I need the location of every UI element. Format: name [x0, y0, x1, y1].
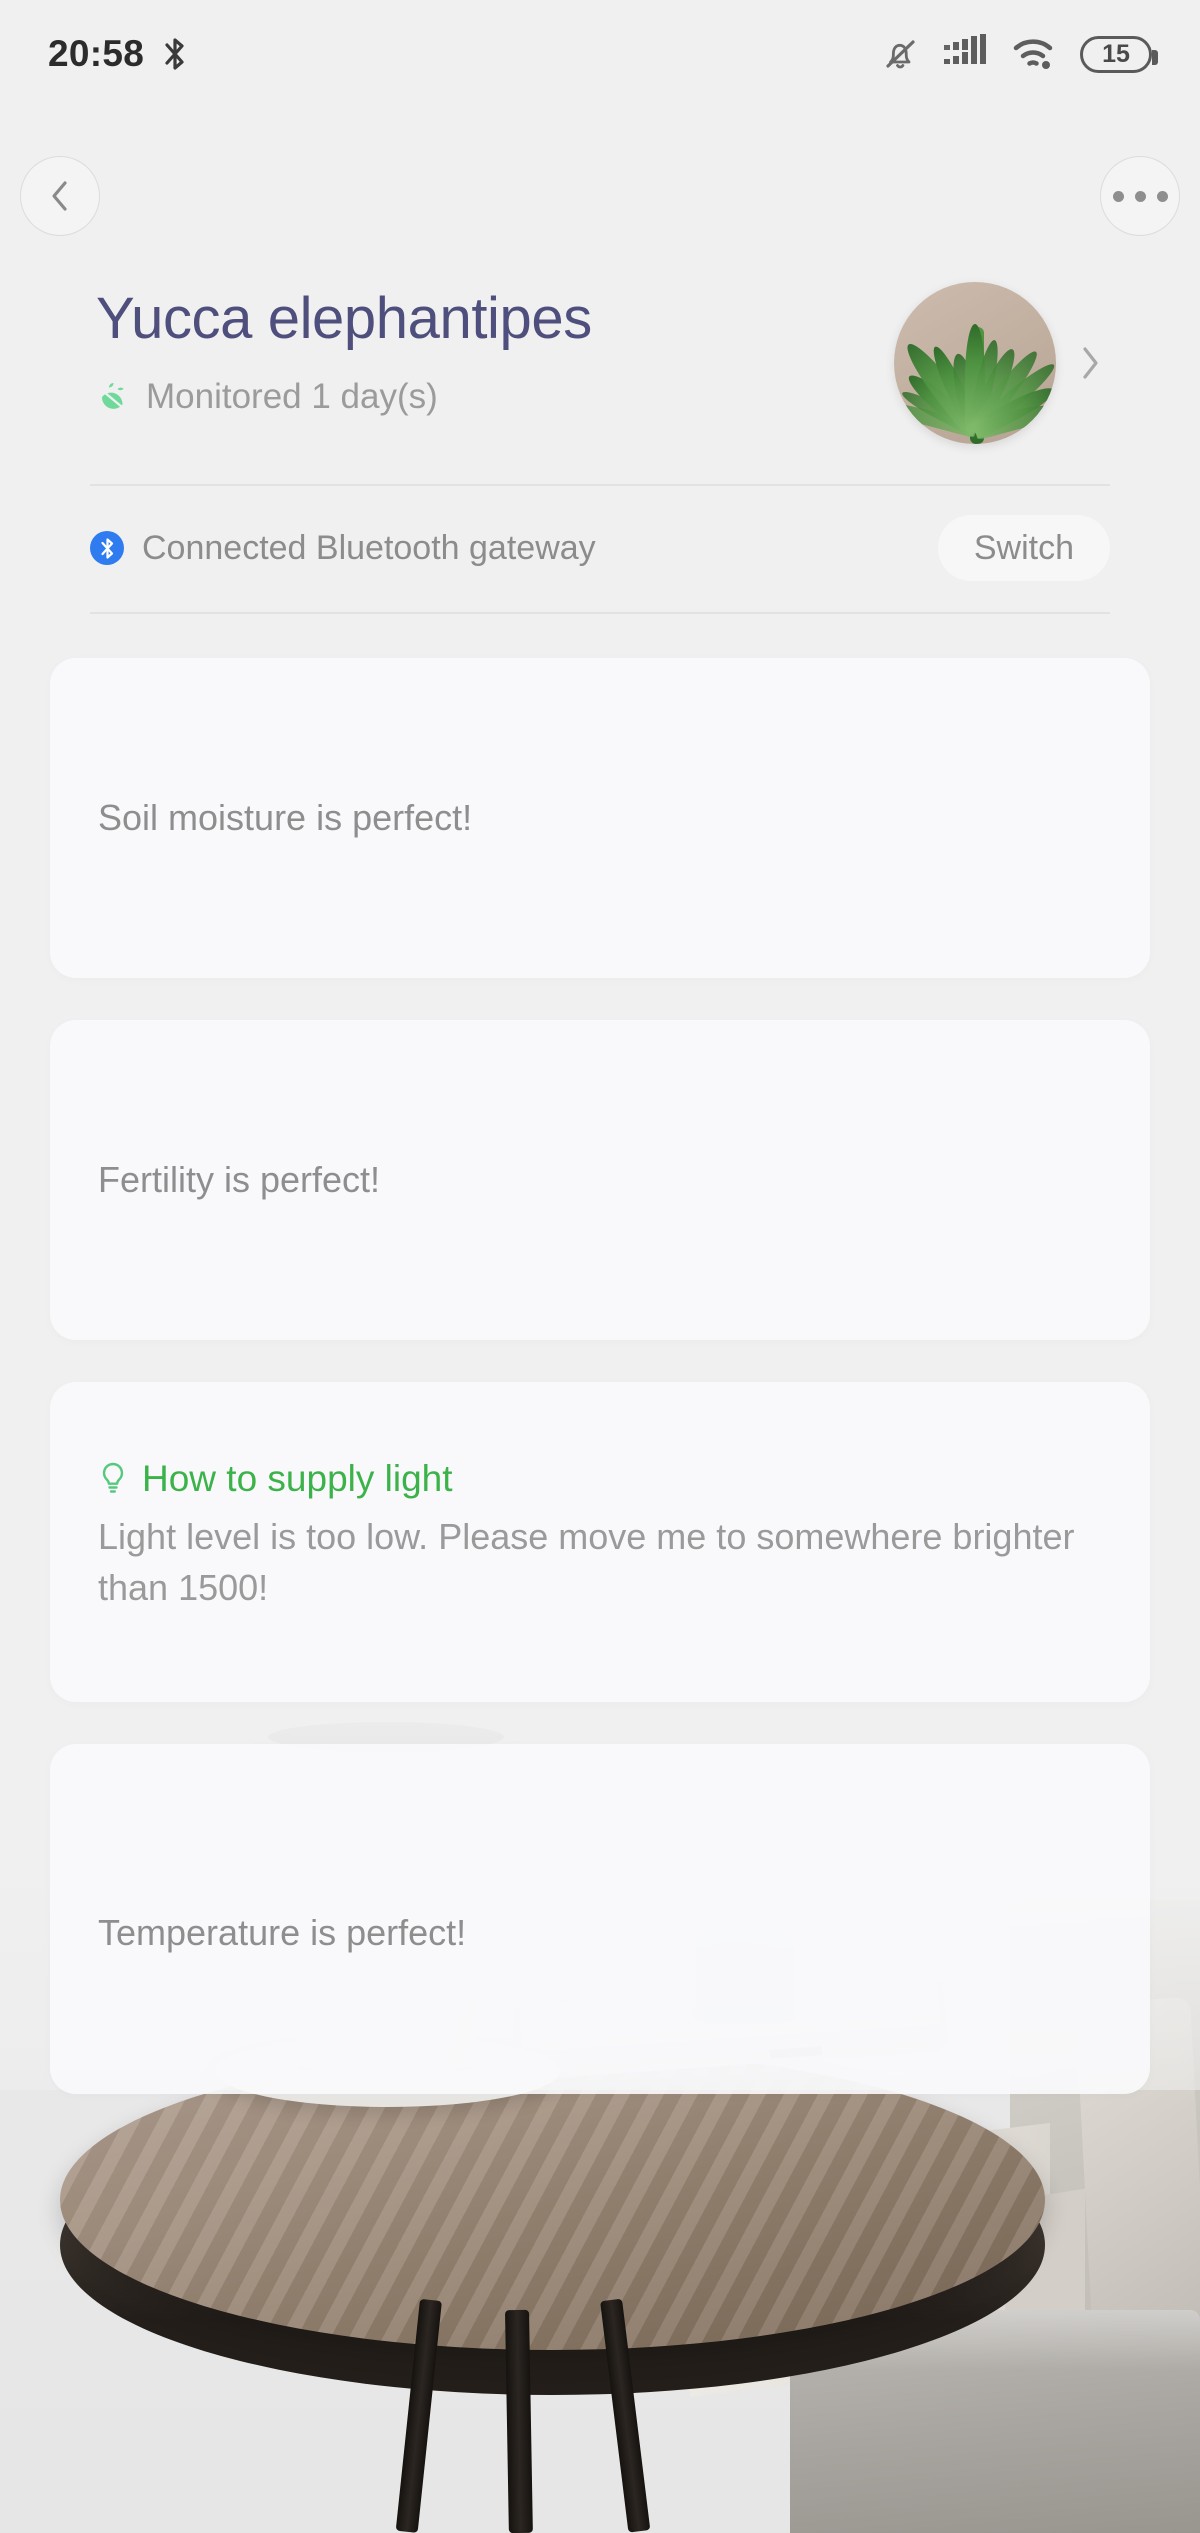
status-bar-left: 20:58 — [48, 33, 188, 75]
back-button[interactable] — [20, 156, 100, 236]
page-title: Yucca elephantipes — [96, 288, 894, 351]
switch-gateway-button[interactable]: Switch — [938, 515, 1110, 581]
more-options-icon — [1113, 191, 1168, 202]
status-clock: 20:58 — [48, 33, 144, 75]
wifi-icon — [1012, 35, 1058, 73]
lightbulb-icon — [98, 1461, 128, 1497]
light-card-body: Light level is too low. Please move me t… — [98, 1511, 1098, 1613]
status-cards-list: Soil moisture is perfect! Fertility is p… — [50, 658, 1150, 2136]
more-options-button[interactable] — [1100, 156, 1180, 236]
soil-moisture-text: Soil moisture is perfect! — [98, 792, 472, 844]
header-text-block: Yucca elephantipes Monitored 1 day(s) — [96, 280, 894, 417]
gateway-label-group: Connected Bluetooth gateway — [90, 529, 596, 568]
monitored-row: Monitored 1 day(s) — [96, 377, 894, 417]
status-bar-right: 15 — [880, 34, 1152, 74]
gateway-label: Connected Bluetooth gateway — [142, 529, 596, 568]
plant-avatar-block[interactable] — [894, 280, 1104, 444]
chevron-right-icon[interactable] — [1078, 341, 1104, 385]
status-bar: 20:58 15 — [0, 0, 1200, 108]
light-card-title: How to supply light — [142, 1460, 453, 1497]
fertility-text: Fertility is perfect! — [98, 1154, 380, 1206]
monitored-text: Monitored 1 day(s) — [146, 377, 438, 417]
divider-bottom — [90, 612, 1110, 614]
signal-bars-icon — [942, 34, 990, 74]
divider-top — [90, 484, 1110, 486]
fertility-card[interactable]: Fertility is perfect! — [50, 1020, 1150, 1340]
temperature-card[interactable]: Temperature is perfect! — [50, 1744, 1150, 2094]
top-nav-bar — [0, 140, 1200, 260]
temperature-text: Temperature is perfect! — [98, 1907, 466, 1959]
battery-level-text: 15 — [1102, 42, 1130, 67]
plant-header: Yucca elephantipes Monitored 1 day(s) — [0, 280, 1200, 444]
bluetooth-badge-icon — [90, 531, 124, 565]
light-card-heading: How to supply light — [98, 1460, 1102, 1497]
bluetooth-icon — [162, 35, 188, 73]
chevron-left-icon — [46, 176, 74, 216]
mute-bell-icon — [880, 34, 920, 74]
soil-moisture-card[interactable]: Soil moisture is perfect! — [50, 658, 1150, 978]
light-card[interactable]: How to supply light Light level is too l… — [50, 1382, 1150, 1702]
sprout-icon — [96, 380, 130, 414]
bluetooth-glyph-icon — [99, 536, 116, 561]
battery-indicator: 15 — [1080, 36, 1152, 73]
gateway-row: Connected Bluetooth gateway Switch — [90, 500, 1110, 596]
avatar[interactable] — [894, 282, 1056, 444]
